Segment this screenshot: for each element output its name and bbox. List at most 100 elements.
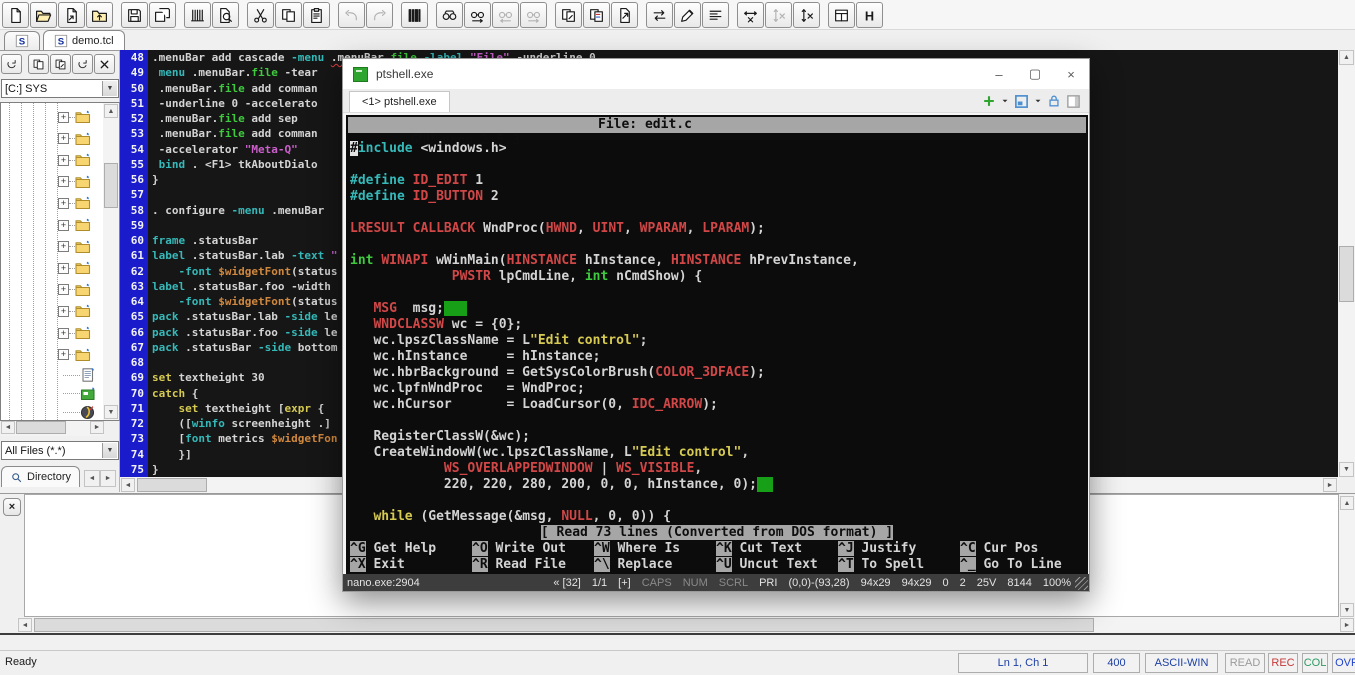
text-diff-button[interactable] [583, 2, 610, 28]
scroll-right-icon[interactable]: ► [1340, 618, 1354, 632]
scroll-up-icon[interactable]: ▲ [1340, 496, 1354, 510]
save-all-button[interactable] [149, 2, 176, 28]
expand-plus-icon[interactable]: + [58, 327, 69, 339]
tree-folder-row[interactable]: + [1, 129, 91, 149]
column-mode-button[interactable] [401, 2, 428, 28]
panel-refresh-button[interactable] [1, 54, 22, 74]
tab-console-1[interactable]: <1> ptshell.exe [349, 91, 450, 112]
tree-hscrollbar[interactable]: ◄ ► [1, 421, 104, 436]
new-file-button[interactable] [2, 2, 29, 28]
new-console-plus-icon[interactable] [982, 94, 996, 108]
convert-line-breaks-button[interactable] [793, 2, 820, 28]
tree-hscroll-thumb[interactable] [16, 421, 66, 434]
expand-plus-icon[interactable]: + [58, 176, 69, 188]
editor-vscroll-thumb[interactable] [1339, 246, 1354, 302]
find-replace-button[interactable] [464, 2, 491, 28]
reformat-button[interactable] [646, 2, 673, 28]
expand-plus-icon[interactable]: + [58, 241, 69, 253]
scroll-down-icon[interactable]: ▼ [1339, 462, 1354, 477]
sort-lines-button[interactable] [702, 2, 729, 28]
tree-vscrollbar[interactable]: ▲ ▼ [103, 103, 119, 420]
window-panes-button[interactable] [828, 2, 855, 28]
tree-folder-row[interactable]: + [1, 258, 91, 278]
scroll-up-icon[interactable]: ▲ [104, 104, 118, 118]
tree-file-row-package[interactable] [1, 384, 96, 404]
remove-blank-lines-button[interactable] [765, 2, 792, 28]
directory-tree[interactable]: + + + + + + + + + + + + ▲ ▼ [0, 102, 120, 421]
tree-folder-row[interactable]: + [1, 237, 91, 257]
expand-plus-icon[interactable]: + [58, 284, 69, 296]
expand-plus-icon[interactable]: + [58, 154, 69, 166]
file-shortcut-button[interactable] [58, 2, 85, 28]
expand-plus-icon[interactable]: + [58, 262, 69, 274]
scroll-right-icon[interactable]: ► [90, 421, 104, 434]
output-hscrollbar[interactable]: ◄ ► [17, 617, 1355, 633]
undo-button[interactable] [338, 2, 365, 28]
terminal[interactable]: GNU nano 2.5.3 File: edit.c [ Read 73 li… [346, 115, 1088, 576]
code-format-button[interactable] [674, 2, 701, 28]
open-file-button[interactable] [30, 2, 57, 28]
active-console-icon[interactable] [1014, 94, 1029, 109]
paste-button[interactable] [303, 2, 330, 28]
expand-plus-icon[interactable]: + [58, 133, 69, 145]
minimize-button[interactable]: – [981, 59, 1017, 89]
lock-icon[interactable] [1047, 94, 1061, 108]
copy-append-button[interactable] [50, 54, 71, 74]
find-next-button[interactable] [520, 2, 547, 28]
file-tab-untitled[interactable]: S [4, 31, 40, 50]
window-titlebar[interactable]: ptshell.exe – ▢ × [343, 59, 1089, 89]
tree-file-row-tcl-script[interactable] [1, 402, 96, 420]
expand-plus-icon[interactable]: + [58, 219, 69, 231]
close-output-button[interactable]: × [3, 498, 21, 516]
tree-folder-row[interactable]: + [1, 301, 91, 321]
tree-folder-row[interactable]: + [1, 107, 91, 127]
copy-list-button[interactable] [28, 54, 49, 74]
tree-folder-row[interactable]: + [1, 150, 91, 170]
cut-button[interactable] [247, 2, 274, 28]
tab-directory[interactable]: Directory [1, 466, 81, 487]
chevron-down-icon[interactable] [1034, 97, 1042, 105]
panel-sync-button[interactable] [72, 54, 93, 74]
expand-plus-icon[interactable]: + [58, 349, 69, 361]
maximize-button[interactable]: ▢ [1017, 59, 1053, 89]
html-toolbar-button[interactable]: H [856, 2, 883, 28]
expand-plus-icon[interactable]: + [58, 305, 69, 317]
scroll-left-icon[interactable]: ◄ [121, 478, 135, 492]
editor-hscroll-thumb[interactable] [137, 478, 207, 492]
scroll-up-icon[interactable]: ▲ [1339, 50, 1354, 65]
tree-folder-row[interactable]: + [1, 215, 91, 235]
panel-tab-prev-icon[interactable]: ◄ [84, 470, 101, 487]
scroll-down-icon[interactable]: ▼ [104, 405, 118, 419]
tree-folder-row[interactable]: + [1, 280, 91, 300]
file-tab-demo.tcl[interactable]: Sdemo.tcl [43, 30, 125, 50]
remove-spaces-button[interactable] [737, 2, 764, 28]
output-vscrollbar[interactable]: ▲ ▼ [1339, 495, 1355, 618]
save-file-button[interactable] [121, 2, 148, 28]
chevron-down-icon[interactable] [1001, 97, 1009, 105]
chevron-down-icon[interactable]: ▼ [102, 443, 117, 458]
tree-folder-row[interactable]: + [1, 345, 91, 365]
print-button[interactable] [184, 2, 211, 28]
print-preview-button[interactable] [212, 2, 239, 28]
panel-tab-next-icon[interactable]: ► [100, 470, 117, 487]
drive-select[interactable]: [C:] SYS ▼ [1, 79, 119, 98]
panel-close-button[interactable] [94, 54, 115, 74]
scroll-down-icon[interactable]: ▼ [1340, 603, 1354, 617]
find-previous-button[interactable] [492, 2, 519, 28]
copy-button[interactable] [275, 2, 302, 28]
split-pane-icon[interactable] [1066, 94, 1081, 109]
scroll-left-icon[interactable]: ◄ [18, 618, 32, 632]
export-button[interactable] [611, 2, 638, 28]
output-hscroll-thumb[interactable] [34, 618, 1094, 632]
scroll-right-icon[interactable]: ► [1323, 478, 1337, 492]
resize-grip[interactable] [1075, 577, 1088, 590]
chevron-down-icon[interactable]: ▼ [102, 81, 117, 96]
tree-vscroll-thumb[interactable] [104, 163, 118, 208]
scroll-left-icon[interactable]: ◄ [1, 421, 15, 434]
tree-folder-row[interactable]: + [1, 323, 91, 343]
copy-result-button[interactable] [555, 2, 582, 28]
redo-button[interactable] [366, 2, 393, 28]
tree-folder-row[interactable]: + [1, 193, 91, 213]
reopen-file-button[interactable] [86, 2, 113, 28]
close-button[interactable]: × [1053, 59, 1089, 89]
